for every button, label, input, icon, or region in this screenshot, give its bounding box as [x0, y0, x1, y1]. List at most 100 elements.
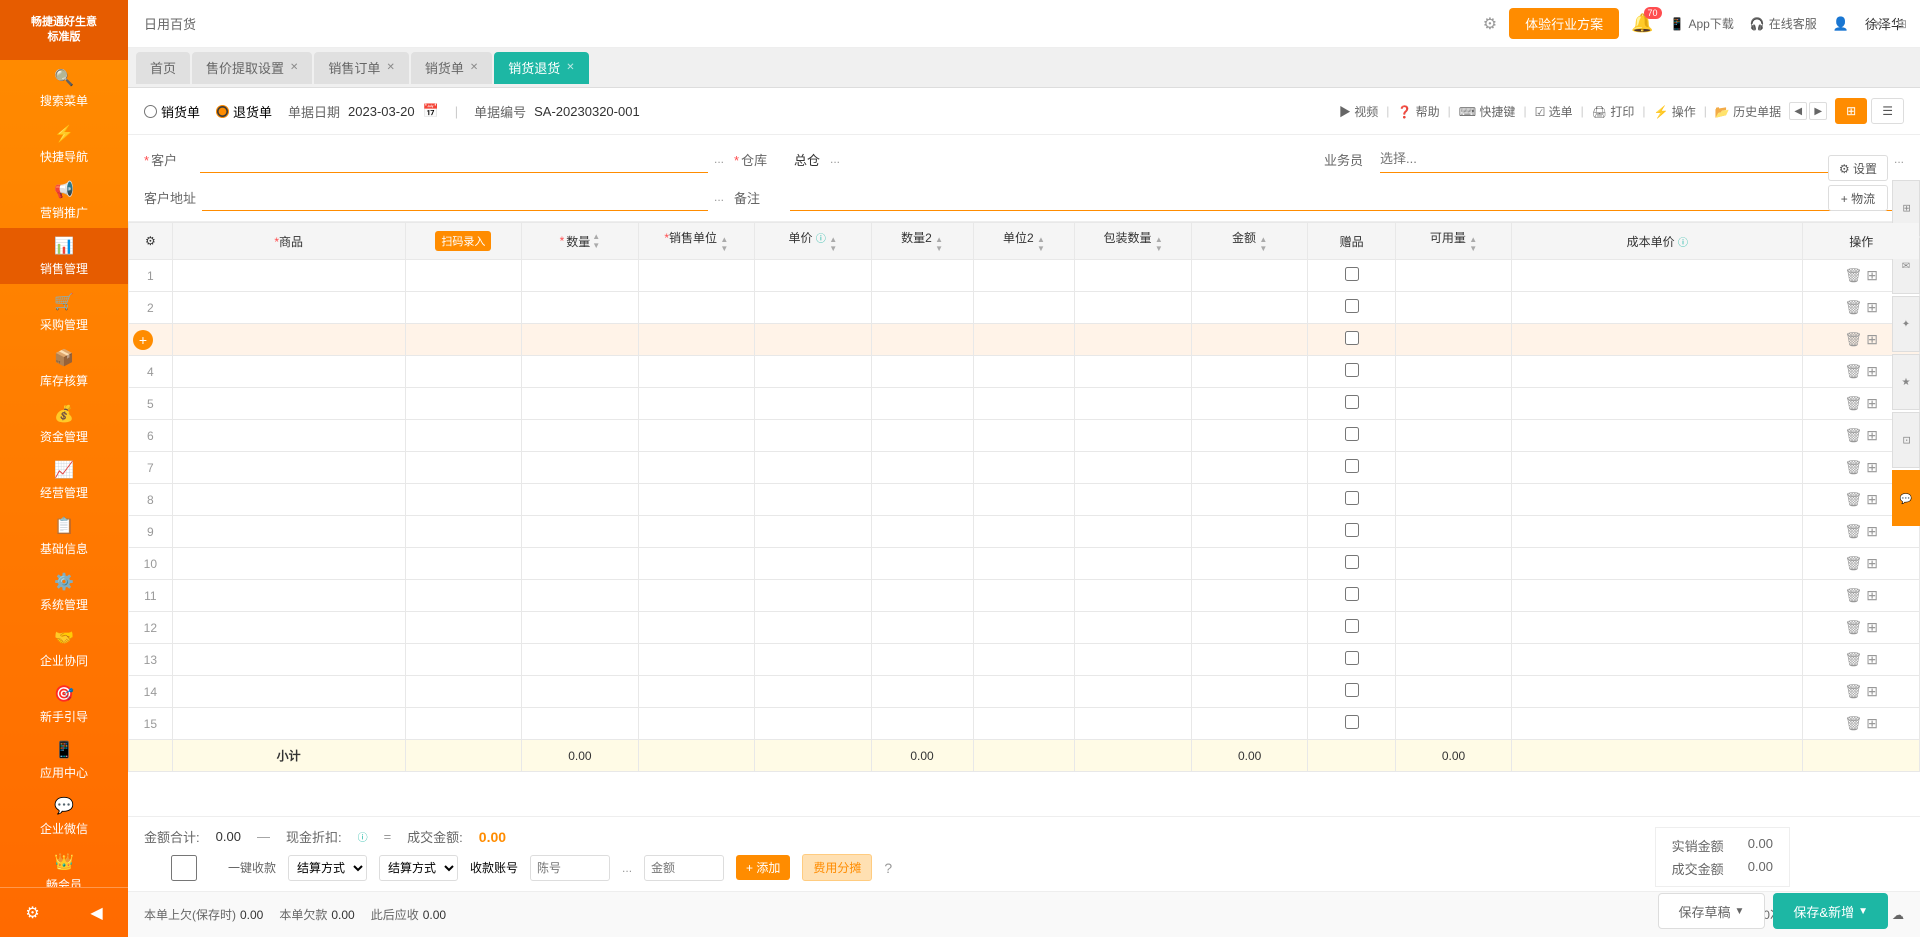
- copy-btn[interactable]: ⊞: [1866, 555, 1878, 572]
- pkgqty-sort[interactable]: ▲▼: [1155, 235, 1163, 253]
- copy-btn[interactable]: ⊞: [1866, 363, 1878, 380]
- qty2-cell-2[interactable]: [871, 292, 973, 324]
- gift-cell-3[interactable]: [1308, 324, 1395, 356]
- cost-cell-2[interactable]: [1512, 292, 1803, 324]
- tab-sales-order-close[interactable]: ✕: [386, 62, 394, 73]
- unit-cell-2[interactable]: [638, 292, 754, 324]
- pkgqty-cell-2[interactable]: [1075, 292, 1191, 324]
- copy-btn[interactable]: ⊞: [1866, 651, 1878, 668]
- save-draft-button[interactable]: 保存草稿 ▼: [1658, 893, 1766, 929]
- avail-cell-3[interactable]: [1395, 324, 1511, 356]
- sidebar-item-sales[interactable]: 📊 销售管理: [0, 228, 128, 284]
- delete-btn[interactable]: 🗑: [1844, 683, 1862, 700]
- amount-sort[interactable]: ▲▼: [1259, 235, 1267, 253]
- unit2-cell-1[interactable]: [973, 260, 1075, 292]
- qty-cell-2[interactable]: [522, 292, 638, 324]
- video-btn[interactable]: ▶ 视频: [1339, 103, 1378, 120]
- unit2-sort[interactable]: ▲▼: [1037, 235, 1045, 253]
- delete-btn[interactable]: 🗑: [1844, 427, 1862, 444]
- tab-sales-close[interactable]: ✕: [470, 62, 478, 73]
- sidebar-item-inventory[interactable]: 📦 库存核算: [0, 340, 128, 396]
- tab-returns[interactable]: 销货退货 ✕: [494, 52, 588, 84]
- price-cell-1[interactable]: [755, 260, 871, 292]
- account-input[interactable]: [530, 855, 610, 881]
- product-input-3[interactable]: [177, 333, 401, 347]
- amount-cell-1[interactable]: [1191, 260, 1307, 292]
- unit2-cell-2[interactable]: [973, 292, 1075, 324]
- tab-sales-order[interactable]: 销售订单 ✕: [314, 52, 408, 84]
- sidebar-item-wechat[interactable]: 💬 企业微信: [0, 788, 128, 844]
- delete-btn[interactable]: 🗑: [1844, 395, 1862, 412]
- delete-btn[interactable]: 🗑: [1844, 587, 1862, 604]
- copy-btn[interactable]: ⊞: [1866, 395, 1878, 412]
- copy-btn[interactable]: ⊞: [1866, 491, 1878, 508]
- price-cell-2[interactable]: [755, 292, 871, 324]
- sidebar-item-enterprise[interactable]: 🤝 企业协同: [0, 620, 128, 676]
- radio-sales[interactable]: 销货单: [144, 102, 200, 121]
- sidebar-item-member[interactable]: 👑 畅会员: [0, 844, 128, 887]
- gift-checkbox-3[interactable]: [1345, 331, 1359, 345]
- cost-cell-1[interactable]: [1512, 260, 1803, 292]
- copy-row-3[interactable]: ⊞: [1866, 331, 1878, 348]
- sidebar-item-shortcut[interactable]: ⚡ 快捷导航: [0, 116, 128, 172]
- qty2-sort[interactable]: ▲▼: [935, 235, 943, 253]
- calendar-icon[interactable]: 📅: [423, 103, 439, 119]
- tab-home[interactable]: 首页: [136, 52, 190, 84]
- copy-btn[interactable]: ⊞: [1866, 523, 1878, 540]
- one-click-pay-checkbox-label[interactable]: 一键收款: [144, 855, 276, 881]
- delete-row-3[interactable]: 🗑: [1844, 331, 1862, 348]
- topbar-settings-icon[interactable]: ⚙: [1483, 14, 1497, 34]
- avail-cell-1[interactable]: [1395, 260, 1511, 292]
- gift-cell-1[interactable]: [1308, 260, 1395, 292]
- sidebar-item-operations[interactable]: 📈 经营管理: [0, 452, 128, 508]
- delete-btn[interactable]: 🗑: [1844, 715, 1862, 732]
- sidebar-item-marketing[interactable]: 📢 营销推广: [0, 172, 128, 228]
- scan-input-btn[interactable]: 扫码录入: [435, 231, 491, 251]
- message-icon[interactable]: 🔔 70: [1631, 13, 1653, 34]
- cost-cell-3[interactable]: [1512, 324, 1803, 356]
- settlement-select[interactable]: 结算方式: [288, 855, 367, 881]
- delete-btn[interactable]: 🗑: [1844, 363, 1862, 380]
- app-download-link[interactable]: 📱 App下载: [1670, 15, 1734, 32]
- right-panel-btn-4[interactable]: ★: [1892, 354, 1920, 410]
- amount-input[interactable]: [644, 855, 724, 881]
- sidebar-collapse-icon[interactable]: ◀: [90, 903, 102, 923]
- history-btn[interactable]: 📂 历史单据: [1715, 103, 1781, 120]
- col-scan-header[interactable]: 扫码录入: [405, 223, 521, 260]
- radio-return[interactable]: 退货单: [216, 102, 272, 121]
- save-new-button[interactable]: 保存&新增 ▼: [1773, 893, 1888, 929]
- add-payment-btn[interactable]: + 添加: [736, 855, 790, 880]
- gift-checkbox-2[interactable]: [1345, 299, 1359, 313]
- delete-btn[interactable]: 🗑: [1844, 523, 1862, 540]
- tab-price-settings[interactable]: 售价提取设置 ✕: [192, 52, 312, 84]
- copy-btn[interactable]: ⊞: [1866, 587, 1878, 604]
- one-click-pay-checkbox[interactable]: [144, 855, 224, 881]
- qty2-cell-3[interactable]: [871, 324, 973, 356]
- table-settings-icon[interactable]: ⚙: [145, 234, 156, 248]
- remark-input[interactable]: [790, 183, 1904, 211]
- window-close-btn[interactable]: ✕: [1868, 14, 1888, 34]
- print-btn-toolbar[interactable]: 🖨 打印: [1592, 103, 1635, 120]
- sidebar-settings-icon[interactable]: ⚙: [25, 903, 39, 923]
- salesperson-more[interactable]: ...: [1894, 152, 1904, 166]
- copy-row-1[interactable]: ⊞: [1866, 267, 1878, 284]
- copy-btn[interactable]: ⊞: [1866, 459, 1878, 476]
- copy-btn[interactable]: ⊞: [1866, 619, 1878, 636]
- delete-btn[interactable]: 🗑: [1844, 651, 1862, 668]
- copy-btn[interactable]: ⊞: [1866, 715, 1878, 732]
- tab-price-close[interactable]: ✕: [290, 62, 298, 73]
- col-settings-header[interactable]: ⚙: [129, 223, 173, 260]
- delete-btn[interactable]: 🗑: [1844, 491, 1862, 508]
- grid-view-btn[interactable]: ⊞: [1835, 98, 1867, 124]
- delete-btn[interactable]: 🗑: [1844, 555, 1862, 572]
- gift-checkbox-1[interactable]: [1345, 267, 1359, 281]
- sidebar-item-purchase[interactable]: 🛒 采购管理: [0, 284, 128, 340]
- tab-sales[interactable]: 销货单 ✕: [411, 52, 492, 84]
- expense-split-btn[interactable]: 费用分摊: [802, 854, 872, 881]
- customer-more[interactable]: ...: [714, 152, 724, 166]
- delete-row-2[interactable]: 🗑: [1844, 299, 1862, 316]
- operation-btn[interactable]: ⚡ 操作: [1653, 103, 1695, 120]
- list-view-btn[interactable]: ☰: [1871, 98, 1904, 124]
- price-cell-3[interactable]: [755, 324, 871, 356]
- copy-btn[interactable]: ⊞: [1866, 683, 1878, 700]
